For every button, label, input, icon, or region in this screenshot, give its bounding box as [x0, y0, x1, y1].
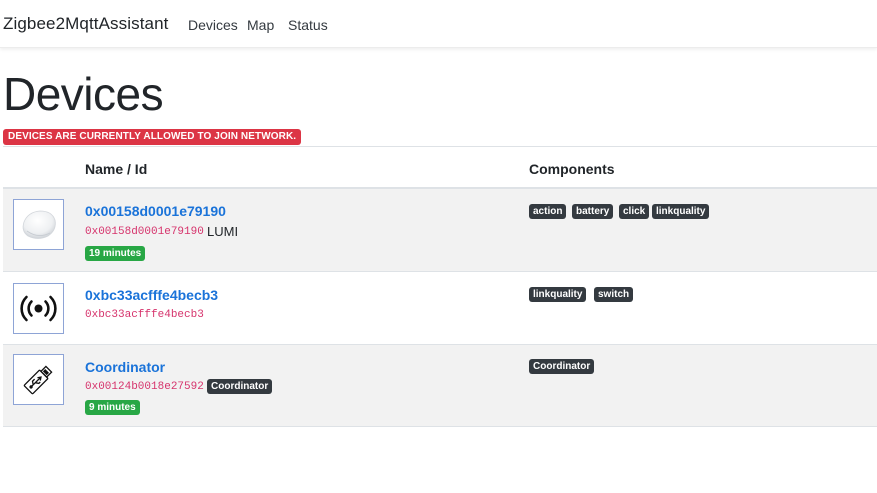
component-badge-switch: switch	[594, 287, 634, 302]
devices-table: Name / Id Components 0x00158d0001e79190 …	[3, 146, 877, 427]
device-id-code: 0x00124b0018e27592	[85, 381, 204, 393]
table-header: Name / Id Components	[3, 146, 877, 189]
navbar-brand[interactable]: Zigbee2MqttAssistant	[3, 14, 168, 34]
component-badge-coordinator: Coordinator	[529, 359, 595, 374]
component-badge-battery: battery	[572, 204, 614, 219]
page-title: Devices	[3, 68, 164, 120]
column-header-components: Components	[529, 161, 615, 177]
last-seen-badge: 19 minutes	[85, 246, 146, 261]
component-badge-linkquality: linkquality	[652, 204, 710, 219]
component-badge-linkquality: linkquality	[529, 287, 587, 302]
device-name-link[interactable]: Coordinator	[85, 359, 165, 375]
device-id-code: 0x00158d0001e79190	[85, 226, 204, 238]
column-header-name: Name / Id	[85, 161, 148, 177]
signal-broadcast-icon	[13, 283, 64, 334]
top-navbar: Zigbee2MqttAssistant Devices Map Status	[0, 0, 877, 48]
component-badge-click: click	[619, 204, 650, 219]
nav-link-status[interactable]: Status	[288, 17, 328, 33]
last-seen-badge: 9 minutes	[85, 400, 140, 415]
device-vendor: LUMI	[207, 224, 239, 239]
join-allowed-badge: Devices are currently allowed to join ne…	[3, 129, 302, 145]
nav-link-map[interactable]: Map	[247, 17, 274, 33]
device-id-code: 0xbc33acfffe4becb3	[85, 309, 204, 321]
device-model-badge: Coordinator	[207, 379, 273, 394]
table-row: 0x00158d0001e79190 0x00158d0001e79190 LU…	[3, 189, 877, 272]
device-name-link[interactable]: 0xbc33acfffe4becb3	[85, 287, 218, 303]
table-row: 0xbc33acfffe4becb3 0xbc33acfffe4becb3 li…	[3, 272, 877, 345]
usb-stick-icon	[13, 354, 64, 405]
device-name-link[interactable]: 0x00158d0001e79190	[85, 203, 226, 219]
component-badge-action: action	[529, 204, 567, 219]
nav-link-devices[interactable]: Devices	[188, 17, 238, 33]
table-row: Coordinator 0x00124b0018e27592 Coordinat…	[3, 345, 877, 427]
aqara-button-image	[13, 199, 64, 250]
